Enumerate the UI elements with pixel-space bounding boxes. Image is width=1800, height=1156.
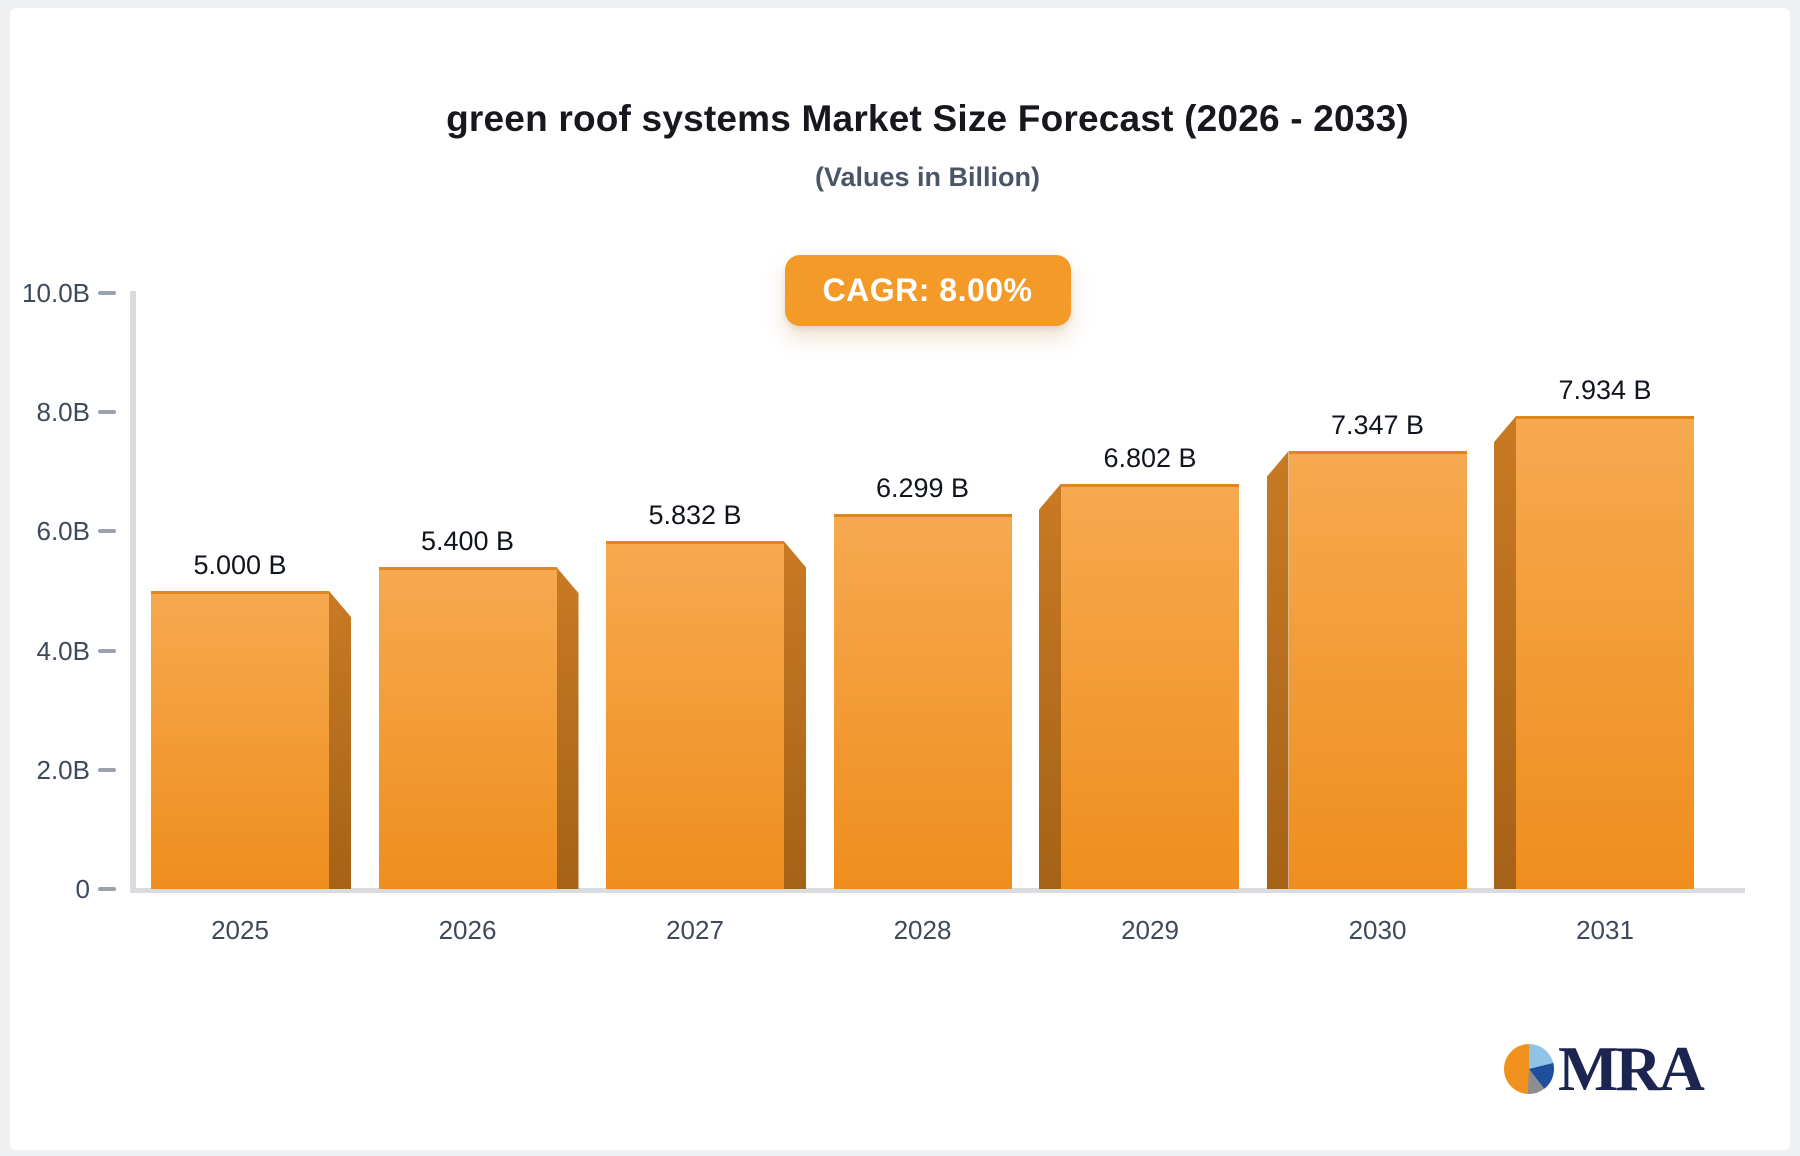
bar-value-label: 6.299 B <box>875 472 970 503</box>
x-axis-label: 2025 <box>211 915 269 945</box>
bar-side-2030 <box>1266 451 1289 889</box>
bar-2026 <box>378 567 557 889</box>
y-axis-label: 0 <box>75 874 90 904</box>
y-axis-label: 2.0B <box>36 754 91 785</box>
x-axis-label: 2028 <box>893 915 952 945</box>
y-axis-line <box>130 291 136 893</box>
bar-value-label: 6.802 B <box>1103 442 1197 473</box>
bar-side-2029 <box>1039 483 1061 889</box>
bar-2030 <box>1288 451 1467 889</box>
x-axis-label: 2030 <box>1348 915 1407 945</box>
x-axis-label: 2029 <box>1121 915 1179 945</box>
chart-title: green roof systems Market Size Forecast … <box>446 98 1409 139</box>
bar-value-label: 5.832 B <box>648 500 742 531</box>
chart-header: green roof systems Market Size Forecast … <box>55 96 1800 327</box>
logo-text: MRA <box>1558 1033 1705 1104</box>
bar-value-label: 5.400 B <box>420 526 515 557</box>
bar-2029 <box>1061 483 1239 889</box>
y-axis-label: 8.0B <box>36 397 91 428</box>
chart-subtitle: (Values in Billion) <box>814 162 1041 193</box>
bar-2028 <box>833 513 1012 889</box>
bar-side-2031 <box>1494 416 1516 889</box>
bar-side-2025 <box>329 591 351 889</box>
y-axis-tick <box>98 767 116 772</box>
bar-side-2026 <box>556 567 579 889</box>
cagr-badge: CAGR: 8.00% <box>784 255 1071 327</box>
pie-chart-logo-icon <box>1504 1044 1554 1094</box>
x-axis-label: 2027 <box>666 915 724 945</box>
x-axis-label: 2026 <box>438 915 497 945</box>
y-axis-tick <box>98 648 116 653</box>
y-axis-label: 4.0B <box>36 635 91 666</box>
bar-value-label: 5.000 B <box>193 550 287 580</box>
bar-value-label: 7.347 B <box>1330 410 1425 441</box>
bar-2031 <box>1516 416 1694 889</box>
chart-page: green roof systems Market Size Forecast … <box>0 0 1800 1156</box>
bar-2027 <box>606 541 784 889</box>
y-axis-tick <box>98 887 116 891</box>
y-axis-tick <box>98 529 116 534</box>
bar-value-label: 7.934 B <box>1558 375 1652 406</box>
bar-2025 <box>151 591 329 889</box>
y-axis-tick <box>98 410 116 415</box>
bar-side-2027 <box>784 541 806 889</box>
y-axis-label: 6.0B <box>36 516 91 547</box>
mra-logo: MRA <box>1504 1033 1705 1104</box>
x-axis-label: 2031 <box>1576 915 1634 945</box>
